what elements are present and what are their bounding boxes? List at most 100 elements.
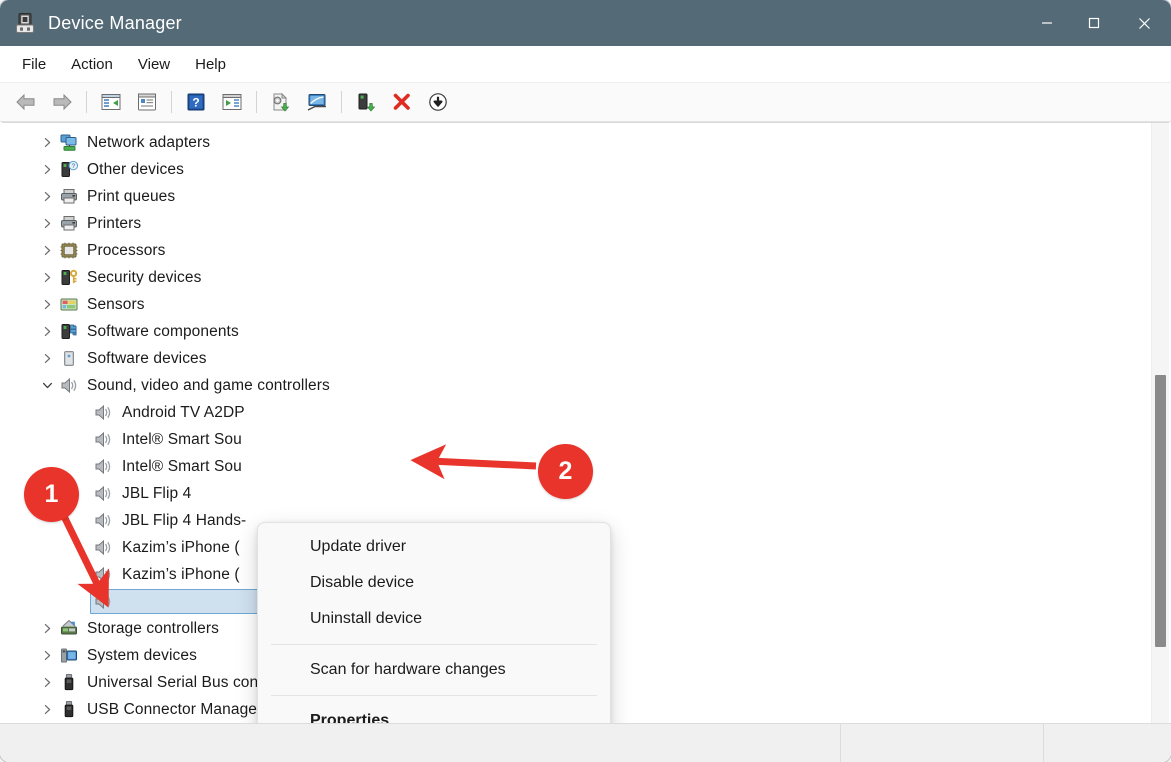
toolbar-separator (86, 91, 87, 113)
selection-highlight (90, 589, 260, 614)
chevron-right-icon[interactable] (36, 137, 58, 148)
chevron-right-icon[interactable] (36, 164, 58, 175)
chevron-right-icon[interactable] (36, 353, 58, 364)
status-pane-tertiary (1043, 724, 1171, 762)
context-menu[interactable]: Update driver Disable device Uninstall dev… (257, 522, 611, 723)
menu-view[interactable]: View (128, 52, 180, 77)
status-pane-main (0, 724, 840, 762)
uninstall-device-icon[interactable] (386, 87, 418, 117)
tree-row[interactable]: Software components (2, 318, 1151, 345)
svg-text:?: ? (71, 163, 75, 170)
tree-row[interactable]: Processors (2, 237, 1151, 264)
chevron-right-icon[interactable] (36, 191, 58, 202)
speaker-icon (92, 457, 114, 477)
disable-device-icon[interactable] (422, 87, 454, 117)
tree-row-label: Processors (87, 241, 166, 259)
chevron-right-icon[interactable] (36, 245, 58, 256)
chevron-right-icon[interactable] (36, 704, 58, 715)
status-bar (0, 723, 1171, 762)
chevron-right-icon[interactable] (36, 272, 58, 283)
toolbar-separator (341, 91, 342, 113)
tree-row-label: Storage controllers (87, 619, 219, 637)
speaker-icon (92, 430, 114, 450)
scrollbar-thumb[interactable] (1155, 375, 1166, 647)
tree-row[interactable]: Print queues (2, 183, 1151, 210)
context-menu-update-driver[interactable]: Update driver (258, 529, 610, 565)
context-menu-disable-device[interactable]: Disable device (258, 565, 610, 601)
help-icon[interactable]: ? (180, 87, 212, 117)
tree-row-label: Sound, video and game controllers (87, 376, 330, 394)
tree-row[interactable]: Android TV A2DP (2, 399, 1151, 426)
storage-controller-icon (58, 619, 80, 639)
menu-help[interactable]: Help (185, 52, 236, 77)
tree-row-label: Software devices (87, 349, 207, 367)
software-device-icon (58, 349, 80, 369)
tree-row[interactable]: ? Other devices (2, 156, 1151, 183)
tree-row-label: Print queues (87, 187, 176, 205)
tree-row-label: Printers (87, 214, 142, 232)
tree-row-label: USB Connector Managers (87, 700, 271, 718)
speaker-icon (92, 538, 114, 558)
tree-row-label: Android TV A2DP (122, 403, 245, 421)
close-button[interactable] (1117, 0, 1171, 46)
tree-content-area: Network adapters? Other devices Print queu… (2, 122, 1169, 723)
maximize-button[interactable] (1070, 0, 1117, 46)
tree-row-label: Security devices (87, 268, 202, 286)
tree-row-label: Other devices (87, 160, 184, 178)
chevron-right-icon[interactable] (36, 650, 58, 661)
title-bar: Device Manager (0, 0, 1171, 46)
context-menu-properties[interactable]: Properties (258, 703, 610, 723)
tree-row[interactable]: Software devices (2, 345, 1151, 372)
tree-row-label: Intel® Smart Sou (122, 430, 242, 448)
menu-action[interactable]: Action (61, 52, 123, 77)
tree-row-label: System devices (87, 646, 197, 664)
printer-icon (58, 187, 80, 207)
printer-icon (58, 214, 80, 234)
tree-row-label: Kazim’s iPhone ( (122, 565, 240, 583)
show-hide-console-tree-icon[interactable] (95, 87, 127, 117)
tree-row[interactable]: Network adapters (2, 129, 1151, 156)
back-icon[interactable] (10, 87, 42, 117)
tree-row[interactable]: Sensors (2, 291, 1151, 318)
usb-icon (58, 700, 80, 720)
minimize-button[interactable] (1023, 0, 1070, 46)
speaker-icon (92, 592, 114, 612)
enable-device-icon[interactable] (350, 87, 382, 117)
properties-icon[interactable] (131, 87, 163, 117)
speaker-icon (58, 376, 80, 396)
usb-icon (58, 673, 80, 693)
tree-row-label: Intel® Smart Sou (122, 457, 242, 475)
vertical-scrollbar[interactable] (1151, 123, 1169, 723)
chevron-right-icon[interactable] (36, 623, 58, 634)
chevron-right-icon[interactable] (36, 218, 58, 229)
menu-file[interactable]: File (12, 52, 56, 77)
security-device-icon (58, 268, 80, 288)
tree-row[interactable]: Sound, video and game controllers (2, 372, 1151, 399)
context-menu-uninstall-device[interactable]: Uninstall device (258, 601, 610, 637)
tree-row-label: Sensors (87, 295, 145, 313)
speaker-icon (92, 403, 114, 423)
show-hide-action-pane-icon[interactable] (216, 87, 248, 117)
chevron-right-icon[interactable] (36, 299, 58, 310)
forward-icon[interactable] (46, 87, 78, 117)
context-menu-scan-for-hardware-changes[interactable]: Scan for hardware changes (258, 652, 610, 688)
tree-row[interactable]: Security devices (2, 264, 1151, 291)
device-manager-icon (14, 12, 36, 34)
system-device-icon (58, 646, 80, 666)
software-component-icon (58, 322, 80, 342)
scan-for-hardware-changes-icon[interactable] (301, 87, 333, 117)
processor-icon (58, 241, 80, 261)
speaker-icon (92, 565, 114, 585)
tree-row-label: Network adapters (87, 133, 211, 151)
other-devices-icon: ? (58, 160, 80, 180)
update-driver-icon[interactable] (265, 87, 297, 117)
context-menu-separator (271, 695, 597, 696)
chevron-right-icon[interactable] (36, 326, 58, 337)
tree-row-label: JBL Flip 4 (122, 484, 192, 502)
chevron-right-icon[interactable] (36, 677, 58, 688)
tree-row[interactable]: Printers (2, 210, 1151, 237)
chevron-down-icon[interactable] (36, 380, 58, 391)
menu-bar: File Action View Help (0, 46, 1171, 83)
toolbar-separator (256, 91, 257, 113)
status-pane-secondary (840, 724, 1043, 762)
